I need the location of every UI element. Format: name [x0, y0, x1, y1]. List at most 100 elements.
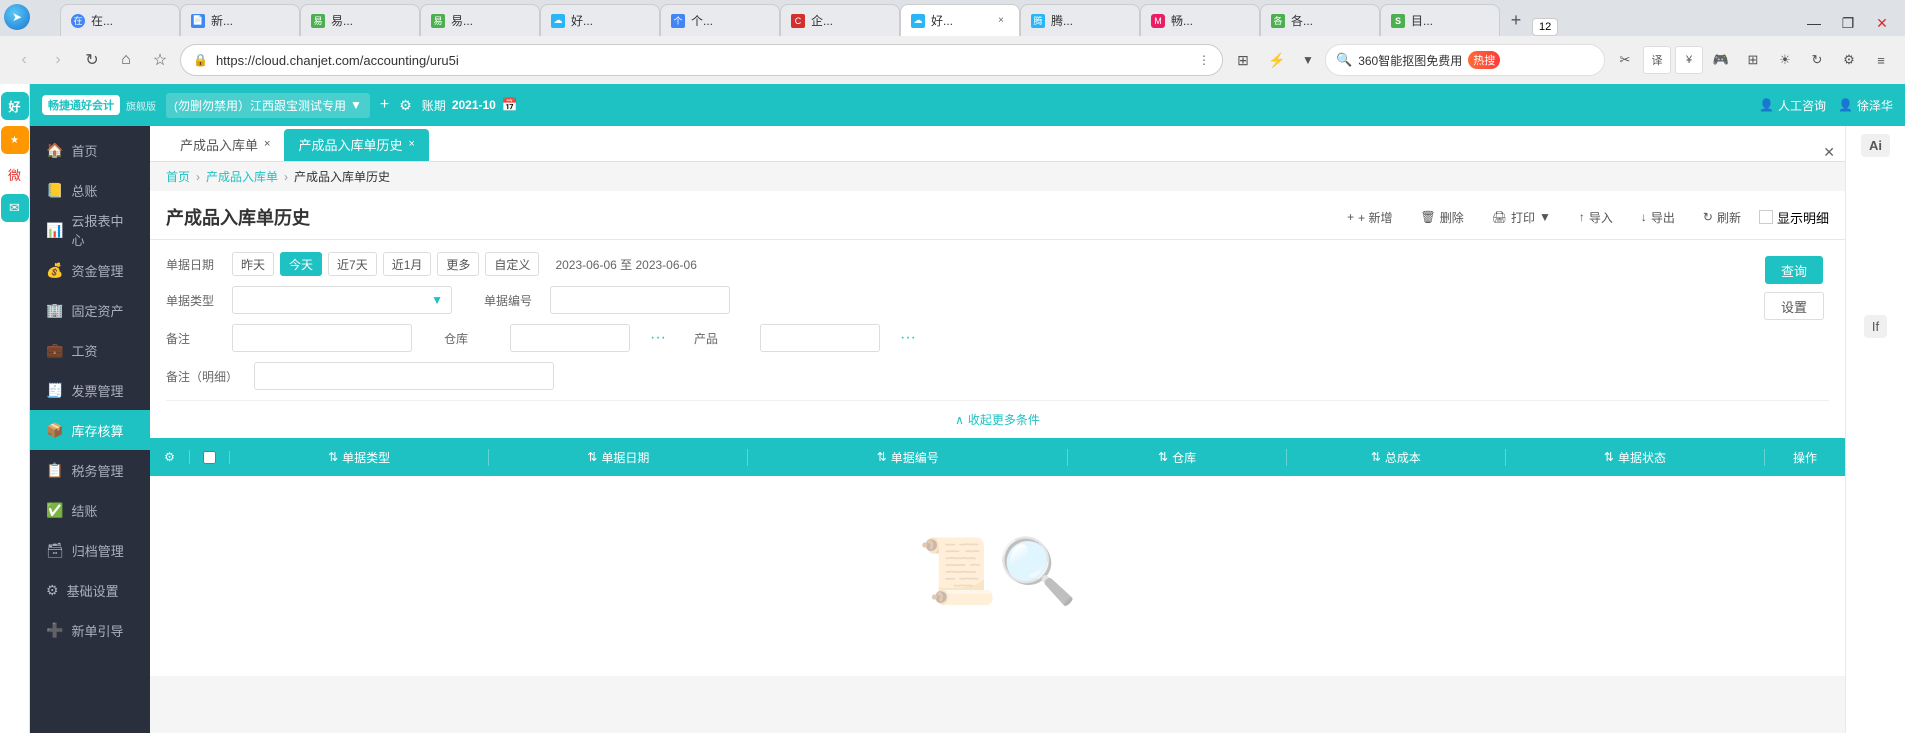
menu-icon[interactable]: ≡	[1867, 46, 1895, 74]
extensions-button[interactable]: ⊞	[1229, 46, 1257, 74]
tab-6[interactable]: 个 个...	[660, 4, 780, 36]
query-button[interactable]: 查询	[1765, 256, 1823, 284]
search-bar[interactable]: 🔍 360智能抠图免费用 热搜	[1325, 44, 1605, 76]
refresh-page-button[interactable]: ↻ 刷新	[1693, 203, 1751, 231]
app-icon-orange[interactable]: ★	[1, 126, 29, 154]
close-button[interactable]: ✕	[1869, 10, 1895, 36]
new-tab-button[interactable]: +	[1500, 4, 1532, 36]
tab-history-close[interactable]: ×	[408, 138, 414, 150]
app-icon-email[interactable]: ✉	[1, 194, 29, 222]
tab-8-close[interactable]: ×	[993, 13, 1009, 29]
number-filter-input[interactable]	[550, 286, 730, 314]
tab-12[interactable]: S 目...	[1380, 4, 1500, 36]
remark-detail-input[interactable]	[254, 362, 554, 390]
collapse-button[interactable]: ∧ 收起更多条件	[955, 407, 1040, 432]
date-btn-1month[interactable]: 近1月	[383, 252, 432, 276]
forward-button[interactable]: ›	[44, 46, 72, 74]
tab-history[interactable]: 产成品入库单历史 ×	[284, 129, 428, 161]
app-icon-weibo[interactable]: 微	[1, 160, 29, 188]
tab-5[interactable]: ☁ 好...	[540, 4, 660, 36]
nav-item-checkout[interactable]: ✅ 结账	[30, 490, 150, 530]
translate-icon[interactable]: 译	[1643, 46, 1671, 74]
nav-item-home[interactable]: 🏠 首页	[30, 130, 150, 170]
tab-1[interactable]: 在 在...	[60, 4, 180, 36]
th-number[interactable]: ⇅ 单据编号	[748, 449, 1068, 466]
filter-settings-button[interactable]: 设置	[1764, 292, 1824, 320]
export-button[interactable]: ↓ 导出	[1631, 203, 1685, 231]
nav-item-inventory[interactable]: 📦 库存核算	[30, 410, 150, 450]
nav-item-asset[interactable]: 🏢 固定资产	[30, 290, 150, 330]
close-panel-button[interactable]: ✕	[1813, 144, 1845, 161]
delete-button[interactable]: 🗑 删除	[1410, 203, 1473, 231]
company-selector[interactable]: (勿删勿禁用）江西跟宝测试专用 ▼	[166, 93, 370, 118]
user-button[interactable]: 👤 徐泽华	[1838, 97, 1893, 114]
show-columns-checkbox[interactable]	[1759, 210, 1773, 224]
date-btn-today[interactable]: 今天	[280, 252, 322, 276]
th-warehouse[interactable]: ⇅ 仓库	[1068, 449, 1287, 466]
bookmark-button[interactable]: ☆	[146, 46, 174, 74]
product-more-icon[interactable]: ···	[896, 329, 920, 347]
tab-2[interactable]: 📄 新...	[180, 4, 300, 36]
tab-4[interactable]: 易 易...	[420, 4, 540, 36]
nav-item-invoice[interactable]: 🧾 发票管理	[30, 370, 150, 410]
back-button[interactable]: ‹	[10, 46, 38, 74]
nav-item-ledger[interactable]: 📒 总账	[30, 170, 150, 210]
scissors-icon[interactable]: ✂	[1611, 46, 1639, 74]
tab-9[interactable]: 腾 腾...	[1020, 4, 1140, 36]
url-menu-icon[interactable]: ⋮	[1198, 53, 1210, 67]
type-select[interactable]: ▼	[232, 286, 452, 314]
date-btn-yesterday[interactable]: 昨天	[232, 252, 274, 276]
tab-list[interactable]: 产成品入库单 ×	[166, 129, 284, 161]
nav-item-base-settings[interactable]: ⚙ 基础设置	[30, 570, 150, 610]
tab-10[interactable]: M 畅...	[1140, 4, 1260, 36]
nav-item-fund[interactable]: 💰 资金管理	[30, 250, 150, 290]
th-checkbox[interactable]	[190, 451, 230, 464]
grid-view-icon[interactable]: ⊞	[1739, 46, 1767, 74]
brightness-icon[interactable]: ☀	[1771, 46, 1799, 74]
th-cost[interactable]: ⇅ 总成本	[1287, 449, 1506, 466]
refresh-browser-button[interactable]: ↻	[78, 46, 106, 74]
new-button[interactable]: + + 新增	[1337, 203, 1402, 231]
minimize-button[interactable]: —	[1801, 10, 1827, 36]
game-icon[interactable]: 🎮	[1707, 46, 1735, 74]
if-button[interactable]: If	[1864, 315, 1887, 338]
tab-list-close[interactable]: ×	[264, 138, 270, 150]
warehouse-filter-input[interactable]	[510, 324, 630, 352]
date-btn-custom[interactable]: 自定义	[485, 252, 539, 276]
date-btn-more[interactable]: 更多	[437, 252, 479, 276]
print-button[interactable]: 🖨 打印 ▼	[1482, 203, 1561, 231]
product-filter-input[interactable]	[760, 324, 880, 352]
ai-button[interactable]: Ai	[1861, 134, 1890, 157]
lightning-button[interactable]: ⚡	[1263, 46, 1291, 74]
support-button[interactable]: 👤 人工咨询	[1759, 97, 1826, 114]
settings-browser-icon[interactable]: ⚙	[1835, 46, 1863, 74]
home-browser-button[interactable]: ⌂	[112, 46, 140, 74]
url-bar[interactable]: 🔒 https://cloud.chanjet.com/accounting/u…	[180, 44, 1223, 76]
nav-item-newbill[interactable]: ➕ 新单引导	[30, 610, 150, 650]
remark-filter-input[interactable]	[232, 324, 412, 352]
calendar-icon[interactable]: 📅	[502, 97, 518, 113]
nav-item-tax[interactable]: 📋 税务管理	[30, 450, 150, 490]
sync-icon[interactable]: ↻	[1803, 46, 1831, 74]
settings-company-icon[interactable]: ⚙	[399, 97, 412, 114]
date-btn-7days[interactable]: 近7天	[328, 252, 377, 276]
th-type[interactable]: ⇅ 单据类型	[230, 449, 489, 466]
breadcrumb-home[interactable]: 首页	[166, 168, 190, 185]
th-status[interactable]: ⇅ 单据状态	[1506, 449, 1765, 466]
yuan-icon[interactable]: ¥	[1675, 46, 1703, 74]
warehouse-more-icon[interactable]: ···	[646, 329, 670, 347]
add-company-button[interactable]: +	[380, 96, 389, 114]
dropdown-button[interactable]: ▼	[1297, 49, 1319, 71]
th-gear[interactable]: ⚙	[150, 450, 190, 464]
tab-3[interactable]: 易 易...	[300, 4, 420, 36]
nav-item-salary[interactable]: 💼 工资	[30, 330, 150, 370]
tab-8[interactable]: ☁ 好... ×	[900, 4, 1020, 36]
maximize-button[interactable]: ❐	[1835, 10, 1861, 36]
tab-7[interactable]: C 企...	[780, 4, 900, 36]
nav-item-report[interactable]: 📊 云报表中心	[30, 210, 150, 250]
th-date[interactable]: ⇅ 单据日期	[489, 449, 748, 466]
breadcrumb-list[interactable]: 产成品入库单	[206, 168, 278, 185]
select-all-checkbox[interactable]	[203, 451, 216, 464]
nav-item-archive[interactable]: 🗃 归档管理	[30, 530, 150, 570]
import-button[interactable]: ↑ 导入	[1569, 203, 1623, 231]
